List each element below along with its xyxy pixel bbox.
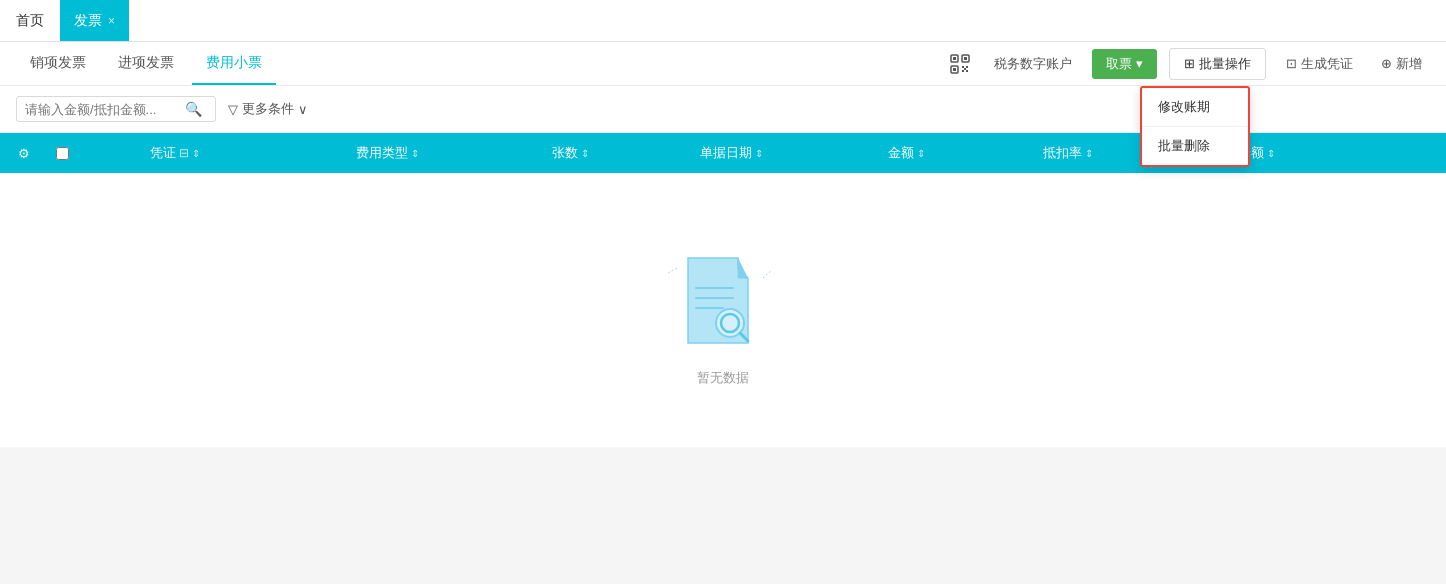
th-deduct-rate[interactable]: 抵扣率 ⇕ [988,144,1149,162]
search-input[interactable] [25,102,185,117]
add-button[interactable]: ⊕ 新增 [1373,51,1430,77]
qr-code-icon[interactable] [946,50,974,78]
more-conditions-chevron: ∨ [298,102,308,117]
modify-period-item[interactable]: 修改账期 [1142,88,1248,127]
tax-account-label: 税务数字账户 [994,56,1072,71]
svg-line-17 [668,268,677,273]
th-settings[interactable]: ⚙ [4,146,44,161]
batch-delete-item[interactable]: 批量删除 [1142,127,1248,165]
quepiao-chevron: ▾ [1136,56,1143,71]
tab-expense[interactable]: 费用小票 [192,42,276,85]
modify-period-label: 修改账期 [1158,99,1210,114]
home-nav-item[interactable]: 首页 [0,0,60,41]
tab-input-label: 进项发票 [118,54,174,72]
sub-tab-actions: 税务数字账户 取票 ▾ ⊞ 批量操作 ⊡ 生成凭证 ⊕ 新增 [946,48,1430,80]
batch-op-dropdown: 修改账期 批量删除 [1140,86,1250,167]
generate-voucher-icon: ⊡ [1286,56,1297,71]
th-count[interactable]: 张数 ⇕ [504,144,636,162]
th-amount-label: 金额 [888,144,914,162]
th-voucher-sort[interactable]: ⇕ [192,148,200,159]
th-date-sort[interactable]: ⇕ [755,148,763,159]
empty-state: 暂无数据 [0,173,1446,447]
th-deduct-rate-label: 抵扣率 [1043,144,1082,162]
more-conditions-button[interactable]: ▽ 更多条件 ∨ [228,100,308,118]
generate-voucher-button[interactable]: ⊡ 生成凭证 [1278,51,1361,77]
svg-rect-8 [962,70,964,72]
more-conditions-label: 更多条件 [242,100,294,118]
table: ⚙ 凭证 ⊟ ⇕ 费用类型 ⇕ 张数 ⇕ 单据日期 ⇕ 金额 ⇕ 抵扣率 ⇕ [0,133,1446,447]
svg-rect-10 [964,68,966,70]
svg-rect-3 [964,57,967,60]
th-amount[interactable]: 金额 ⇕ [826,144,987,162]
tab-input[interactable]: 进项发票 [104,42,188,85]
th-expense-type-label: 费用类型 [356,144,408,162]
th-expense-type-sort[interactable]: ⇕ [411,148,419,159]
th-count-label: 张数 [552,144,578,162]
th-voucher-icon: ⊟ [179,146,189,160]
home-label: 首页 [16,12,44,30]
th-expense-type[interactable]: 费用类型 ⇕ [270,144,504,162]
batch-op-icon: ⊞ [1184,56,1195,71]
svg-rect-5 [953,68,956,71]
top-nav: 首页 发票 × [0,0,1446,42]
th-voucher[interactable]: 凭证 ⊟ ⇕ [80,144,270,162]
search-icon[interactable]: 🔍 [185,101,202,117]
quepiao-label: 取票 [1106,55,1132,73]
tab-expense-label: 费用小票 [206,54,262,72]
th-deduct-amount-sort[interactable]: ⇕ [1267,148,1275,159]
filter-icon: ▽ [228,102,238,117]
th-check[interactable] [44,147,80,160]
invoice-tab[interactable]: 发票 × [60,0,129,41]
svg-rect-7 [966,66,968,68]
th-voucher-label: 凭证 [150,144,176,162]
empty-illustration [663,253,783,353]
tab-sales-label: 销项发票 [30,54,86,72]
svg-rect-1 [953,57,956,60]
svg-line-18 [763,271,771,278]
svg-rect-6 [962,66,964,68]
batch-op-label: 批量操作 [1199,55,1251,73]
select-all-checkbox[interactable] [56,147,69,160]
sub-tabs: 销项发票 进项发票 费用小票 [16,42,276,85]
batch-delete-label: 批量删除 [1158,138,1210,153]
th-count-sort[interactable]: ⇕ [581,148,589,159]
tab-sales[interactable]: 销项发票 [16,42,100,85]
sub-tab-bar: 销项发票 进项发票 费用小票 税务数字账户 [0,42,1446,86]
quepiao-button[interactable]: 取票 ▾ [1092,49,1157,79]
batch-op-button[interactable]: ⊞ 批量操作 [1169,48,1266,80]
add-icon: ⊕ [1381,56,1392,71]
th-deduct-rate-sort[interactable]: ⇕ [1085,148,1093,159]
th-date[interactable]: 单据日期 ⇕ [636,144,826,162]
search-input-wrap: 🔍 [16,96,216,122]
close-tab-icon[interactable]: × [108,14,115,28]
generate-voucher-label: 生成凭证 [1301,55,1353,73]
tax-account-button[interactable]: 税务数字账户 [986,51,1080,77]
invoice-tab-label: 发票 [74,12,102,30]
th-amount-sort[interactable]: ⇕ [917,148,925,159]
empty-text: 暂无数据 [697,369,749,387]
th-date-label: 单据日期 [700,144,752,162]
svg-rect-9 [966,70,968,72]
add-label: 新增 [1396,55,1422,73]
